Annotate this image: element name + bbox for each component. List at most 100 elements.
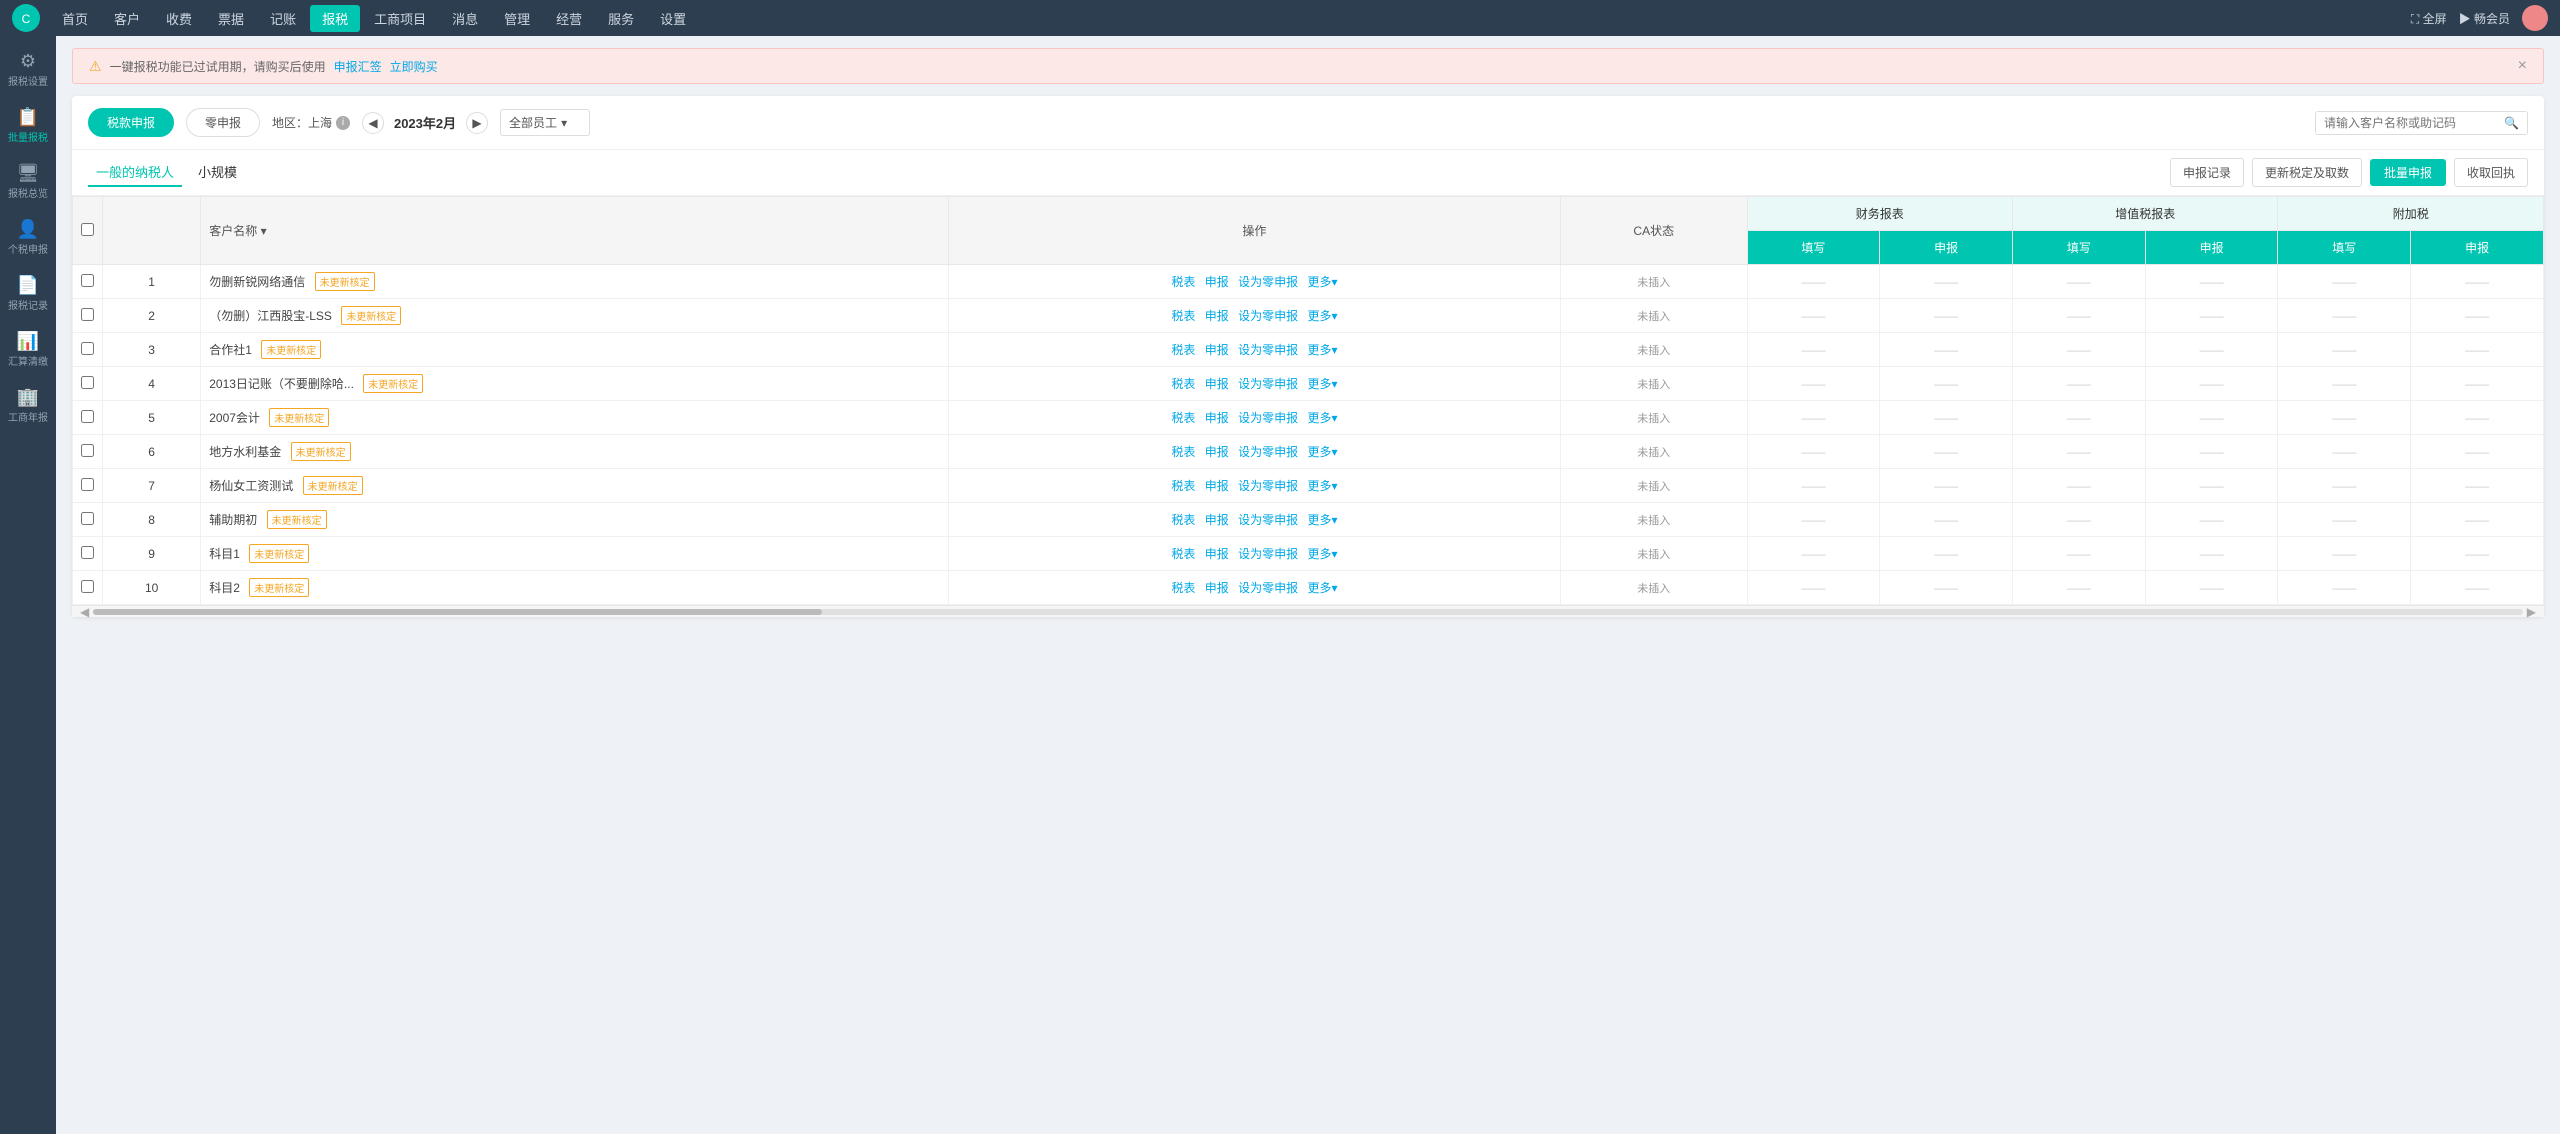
nav-message[interactable]: 消息	[440, 5, 490, 32]
op-more[interactable]: 更多▾	[1307, 309, 1337, 323]
op-more[interactable]: 更多▾	[1307, 547, 1337, 561]
row-checkbox[interactable]	[81, 512, 94, 525]
date-next-button[interactable]: ▶	[466, 112, 488, 134]
op-tax-table[interactable]: 税表	[1171, 275, 1195, 289]
op-tax-table[interactable]: 税表	[1171, 479, 1195, 493]
op-tax-table[interactable]: 税表	[1171, 343, 1195, 357]
sidebar-item-annual-report[interactable]: 🏢 工商年报	[0, 380, 56, 432]
row-checkbox[interactable]	[81, 444, 94, 457]
op-more[interactable]: 更多▾	[1307, 411, 1337, 425]
fullscreen-button[interactable]: ⛶ 全屏	[2411, 10, 2447, 27]
op-declare[interactable]: 申报	[1205, 581, 1229, 595]
staff-select[interactable]: 全部员工 ▾	[500, 109, 590, 136]
avatar[interactable]	[2522, 5, 2548, 31]
nav-billing[interactable]: 收费	[154, 5, 204, 32]
row-checkbox[interactable]	[81, 580, 94, 593]
op-zero-declare[interactable]: 设为零申报	[1238, 445, 1298, 459]
row-checkbox[interactable]	[81, 342, 94, 355]
nav-tax[interactable]: 报税	[310, 5, 360, 32]
row-checkbox[interactable]	[81, 410, 94, 423]
select-all-checkbox[interactable]	[81, 223, 94, 236]
op-zero-declare[interactable]: 设为零申报	[1238, 309, 1298, 323]
sidebar-item-personal-tax[interactable]: 👤 个税申报	[0, 212, 56, 264]
row-checkbox-cell	[73, 367, 103, 401]
search-icon[interactable]: 🔍	[2496, 112, 2527, 134]
batch-declare-button[interactable]: 批量申报	[2370, 159, 2446, 186]
op-more[interactable]: 更多▾	[1307, 343, 1337, 357]
notice-close-button[interactable]: ×	[2518, 57, 2527, 75]
op-declare[interactable]: 申报	[1205, 275, 1229, 289]
op-more[interactable]: 更多▾	[1307, 445, 1337, 459]
op-more[interactable]: 更多▾	[1307, 479, 1337, 493]
op-declare[interactable]: 申报	[1205, 343, 1229, 357]
tab-tax-declaration[interactable]: 税款申报	[88, 108, 174, 137]
op-zero-declare[interactable]: 设为零申报	[1238, 343, 1298, 357]
op-declare[interactable]: 申报	[1205, 377, 1229, 391]
op-more[interactable]: 更多▾	[1307, 581, 1337, 595]
row-checkbox[interactable]	[81, 478, 94, 491]
op-more[interactable]: 更多▾	[1307, 513, 1337, 527]
op-tax-table[interactable]: 税表	[1171, 547, 1195, 561]
sidebar-item-annual-settle[interactable]: 📊 汇算清缴	[0, 324, 56, 376]
op-declare[interactable]: 申报	[1205, 411, 1229, 425]
op-declare[interactable]: 申报	[1205, 513, 1229, 527]
notice-link-report[interactable]: 申报汇签	[334, 58, 382, 75]
scrollbar[interactable]: ◀ ▶	[72, 605, 2544, 617]
nav-home[interactable]: 首页	[50, 5, 100, 32]
op-declare[interactable]: 申报	[1205, 479, 1229, 493]
row-num: 10	[103, 571, 201, 605]
op-zero-declare[interactable]: 设为零申报	[1238, 581, 1298, 595]
sidebar-item-batch-tax[interactable]: 📋 批量报税	[0, 100, 56, 152]
row-checkbox[interactable]	[81, 274, 94, 287]
nav-settings[interactable]: 设置	[648, 5, 698, 32]
nav-bookkeeping[interactable]: 记账	[258, 5, 308, 32]
sidebar-item-tax-overview[interactable]: 🖥 报税总览	[0, 156, 56, 208]
sort-icon[interactable]: ▾	[261, 224, 267, 238]
op-declare[interactable]: 申报	[1205, 547, 1229, 561]
nav-service[interactable]: 服务	[596, 5, 646, 32]
main-card: 税款申报 零申报 地区：上海 i ◀ 2023年2月 ▶ 全部员工 ▾ 🔍	[72, 96, 2544, 617]
nav-manage[interactable]: 管理	[492, 5, 542, 32]
update-tax-button[interactable]: 更新税定及取数	[2252, 158, 2362, 187]
op-declare[interactable]: 申报	[1205, 445, 1229, 459]
op-zero-declare[interactable]: 设为零申报	[1238, 513, 1298, 527]
region-info-icon[interactable]: i	[336, 116, 350, 130]
sidebar-item-tax-settings[interactable]: ⚙ 报税设置	[0, 44, 56, 96]
nav-invoice[interactable]: 票据	[206, 5, 256, 32]
retrieve-reply-button[interactable]: 收取回执	[2454, 158, 2528, 187]
nav-business[interactable]: 工商项目	[362, 5, 438, 32]
date-prev-button[interactable]: ◀	[362, 112, 384, 134]
notice-link-buy[interactable]: 立即购买	[390, 58, 438, 75]
nav-operate[interactable]: 经营	[544, 5, 594, 32]
op-tax-table[interactable]: 税表	[1171, 581, 1195, 595]
row-checkbox[interactable]	[81, 546, 94, 559]
op-zero-declare[interactable]: 设为零申报	[1238, 377, 1298, 391]
row-checkbox[interactable]	[81, 308, 94, 321]
scrollbar-thumb[interactable]	[93, 609, 822, 615]
tab-small-scale[interactable]: 小规模	[190, 158, 245, 187]
tab-zero-declaration[interactable]: 零申报	[186, 108, 260, 137]
row-checkbox[interactable]	[81, 376, 94, 389]
person-icon: 👤	[17, 220, 39, 238]
record-button[interactable]: 申报记录	[2170, 158, 2244, 187]
op-zero-declare[interactable]: 设为零申报	[1238, 479, 1298, 493]
search-input[interactable]	[2316, 112, 2496, 134]
nav-customer[interactable]: 客户	[102, 5, 152, 32]
vip-button[interactable]: ▶ 畅会员	[2459, 10, 2510, 27]
op-declare[interactable]: 申报	[1205, 309, 1229, 323]
op-tax-table[interactable]: 税表	[1171, 513, 1195, 527]
op-zero-declare[interactable]: 设为零申报	[1238, 275, 1298, 289]
op-tax-table[interactable]: 税表	[1171, 377, 1195, 391]
scroll-left-arrow[interactable]: ◀	[80, 605, 89, 619]
tab-general-taxpayer[interactable]: 一般的纳税人	[88, 158, 182, 187]
op-tax-table[interactable]: 税表	[1171, 445, 1195, 459]
op-zero-declare[interactable]: 设为零申报	[1238, 547, 1298, 561]
op-more[interactable]: 更多▾	[1307, 275, 1337, 289]
op-tax-table[interactable]: 税表	[1171, 309, 1195, 323]
row-added-report: ——	[2411, 469, 2544, 503]
sidebar-item-tax-record[interactable]: 📄 报税记录	[0, 268, 56, 320]
op-more[interactable]: 更多▾	[1307, 377, 1337, 391]
op-tax-table[interactable]: 税表	[1171, 411, 1195, 425]
op-zero-declare[interactable]: 设为零申报	[1238, 411, 1298, 425]
scroll-right-arrow[interactable]: ▶	[2527, 605, 2536, 619]
